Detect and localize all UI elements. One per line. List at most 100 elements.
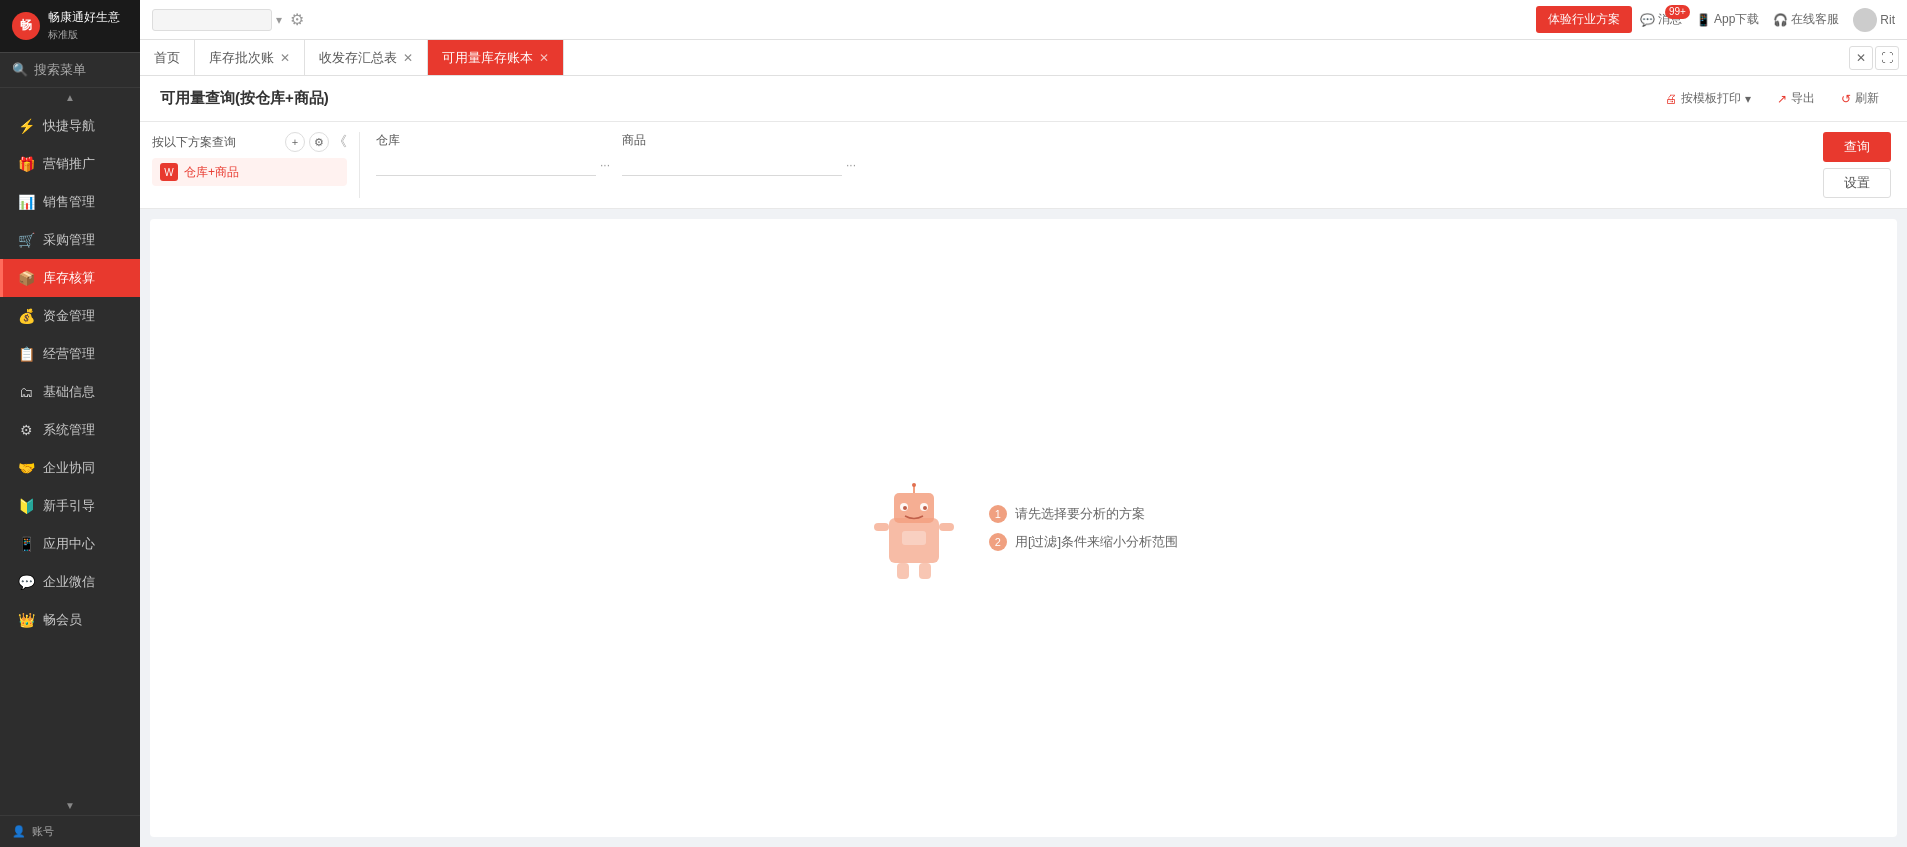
sidebar: 畅 畅康通好生意 标准版 🔍 搜索菜单 ▲ ⚡ 快捷导航 🎁 营销推广 📊 销售…: [0, 0, 140, 847]
sidebar-bottom: 👤 账号: [0, 815, 140, 847]
scheme-add-btn[interactable]: +: [285, 132, 305, 152]
sidebar-item-operations[interactable]: 📋 经营管理: [0, 335, 140, 373]
svg-rect-8: [897, 563, 909, 579]
tab-batch-ledger-close[interactable]: ✕: [280, 51, 290, 65]
sidebar-bottom-icon: 👤: [12, 825, 26, 838]
scheme-collapse-btn[interactable]: 《: [333, 133, 347, 151]
sidebar-item-enterprise-wx[interactable]: 💬 企业微信: [0, 563, 140, 601]
svg-rect-9: [919, 563, 931, 579]
tabs-end-buttons: ✕ ⛶: [1849, 46, 1907, 70]
sidebar-item-purchase[interactable]: 🛒 采购管理: [0, 221, 140, 259]
system-icon: ⚙: [17, 422, 35, 438]
export-icon: ↗: [1777, 92, 1787, 106]
tab-receive-ledger-close[interactable]: ✕: [403, 51, 413, 65]
empty-hint-1: 1 请先选择要分析的方案: [989, 505, 1178, 523]
marketing-icon: 🎁: [17, 156, 35, 172]
sidebar-item-quick-nav[interactable]: ⚡ 快捷导航: [0, 107, 140, 145]
filter-settings-btn[interactable]: 设置: [1823, 168, 1891, 198]
sidebar-item-finance[interactable]: 💰 资金管理: [0, 297, 140, 335]
sidebar-item-newbie[interactable]: 🔰 新手引导: [0, 487, 140, 525]
svg-point-11: [912, 483, 916, 487]
svg-rect-6: [874, 523, 889, 531]
filter-goods-label: 商品: [622, 132, 856, 149]
nav-label-operations: 经营管理: [43, 345, 95, 363]
print-label: 按模板打印: [1681, 90, 1741, 107]
filter-warehouse-input[interactable]: [376, 153, 596, 176]
scroll-up-btn[interactable]: ▲: [0, 88, 140, 107]
scroll-down-btn[interactable]: ▼: [0, 796, 140, 815]
refresh-icon: ↺: [1841, 92, 1851, 106]
print-dropdown-icon: ▾: [1745, 92, 1751, 106]
tab-available-ledger[interactable]: 可用量库存账本 ✕: [428, 40, 564, 76]
nav-label-sales: 销售管理: [43, 193, 95, 211]
sidebar-search-label: 搜索菜单: [34, 61, 86, 79]
sidebar-item-marketing[interactable]: 🎁 营销推广: [0, 145, 140, 183]
tab-close-btn[interactable]: ✕: [1849, 46, 1873, 70]
search-icon: 🔍: [12, 62, 28, 77]
empty-visual: 1 请先选择要分析的方案 2 用[过滤]条件来缩小分析范围: [869, 483, 1178, 573]
sidebar-item-sales[interactable]: 📊 销售管理: [0, 183, 140, 221]
print-btn[interactable]: 🖨 按模板打印 ▾: [1657, 86, 1759, 111]
nav-label-purchase: 采购管理: [43, 231, 95, 249]
add-icon: +: [292, 136, 298, 148]
inventory-icon: 📦: [17, 270, 35, 286]
refresh-btn[interactable]: ↺ 刷新: [1833, 86, 1887, 111]
sidebar-header: 畅 畅康通好生意 标准版: [0, 0, 140, 53]
svg-rect-7: [939, 523, 954, 531]
sidebar-item-basics[interactable]: 🗂 基础信息: [0, 373, 140, 411]
filter-goods-input[interactable]: [622, 153, 842, 176]
tab-available-ledger-close[interactable]: ✕: [539, 51, 549, 65]
tab-fullscreen-btn[interactable]: ⛶: [1875, 46, 1899, 70]
settings-icon: ⚙: [314, 136, 324, 149]
filter-fields: 仓库 ··· 商品 ···: [360, 132, 1807, 198]
notification-badge: 99+: [1665, 5, 1690, 19]
empty-state: 1 请先选择要分析的方案 2 用[过滤]条件来缩小分析范围: [150, 219, 1897, 837]
sidebar-search[interactable]: 🔍 搜索菜单: [0, 53, 140, 88]
filter-goods-more-btn[interactable]: ···: [846, 158, 856, 172]
industry-solution-btn[interactable]: 体验行业方案: [1536, 6, 1632, 33]
hint-text-2: 用[过滤]条件来缩小分析范围: [1015, 533, 1178, 551]
page-title: 可用量查询(按仓库+商品): [160, 89, 329, 108]
topbar-gear-icon[interactable]: ⚙: [286, 10, 308, 29]
tab-receive-ledger-label: 收发存汇总表: [319, 49, 397, 67]
hint-text-1: 请先选择要分析的方案: [1015, 505, 1145, 523]
page-header-actions: 🖨 按模板打印 ▾ ↗ 导出 ↺ 刷新: [1657, 86, 1887, 111]
nav-label-marketing: 营销推广: [43, 155, 95, 173]
newbie-icon: 🔰: [17, 498, 35, 514]
empty-hints: 1 请先选择要分析的方案 2 用[过滤]条件来缩小分析范围: [989, 505, 1178, 551]
online-service-btn[interactable]: 🎧 在线客服: [1773, 11, 1839, 28]
svg-point-4: [903, 506, 907, 510]
sidebar-item-vip[interactable]: 👑 畅会员: [0, 601, 140, 639]
main-area: ▾ ⚙ 体验行业方案 💬 消息 99+ 📱 App下载 🎧 在线客服 Rit: [140, 0, 1907, 847]
phone-icon: 📱: [1696, 13, 1711, 27]
username-label: Rit: [1880, 13, 1895, 27]
filter-warehouse-more-btn[interactable]: ···: [600, 158, 610, 172]
tab-batch-ledger[interactable]: 库存批次账 ✕: [195, 40, 305, 76]
sidebar-badge: 标准版: [48, 28, 120, 42]
scheme-warehouse-goods[interactable]: W 仓库+商品: [152, 158, 347, 186]
dropdown-icon[interactable]: ▾: [276, 13, 282, 27]
sidebar-title: 畅康通好生意: [48, 10, 120, 26]
sidebar-item-enterprise[interactable]: 🤝 企业协同: [0, 449, 140, 487]
export-btn[interactable]: ↗ 导出: [1769, 86, 1823, 111]
sidebar-item-inventory[interactable]: 📦 库存核算: [0, 259, 140, 297]
topbar-search-input[interactable]: [152, 9, 272, 31]
user-menu-btn[interactable]: Rit: [1853, 8, 1895, 32]
app-download-btn[interactable]: 📱 App下载: [1696, 11, 1759, 28]
sidebar-nav: ⚡ 快捷导航 🎁 营销推广 📊 销售管理 🛒 采购管理 📦 库存核算 💰 资金管…: [0, 107, 140, 796]
filter-field-warehouse: 仓库 ···: [376, 132, 610, 176]
sales-icon: 📊: [17, 194, 35, 210]
refresh-label: 刷新: [1855, 90, 1879, 107]
tab-receive-ledger[interactable]: 收发存汇总表 ✕: [305, 40, 428, 76]
scheme-settings-btn[interactable]: ⚙: [309, 132, 329, 152]
notification-btn[interactable]: 💬 消息 99+: [1640, 11, 1682, 28]
notification-icon: 💬: [1640, 13, 1655, 27]
tab-available-ledger-label: 可用量库存账本: [442, 49, 533, 67]
hint-num-2: 2: [989, 533, 1007, 551]
sidebar-item-system[interactable]: ⚙ 系统管理: [0, 411, 140, 449]
tab-home[interactable]: 首页: [140, 40, 195, 76]
vip-icon: 👑: [17, 612, 35, 628]
sidebar-item-app-center[interactable]: 📱 应用中心: [0, 525, 140, 563]
empty-robot-illustration: [869, 483, 959, 573]
query-btn[interactable]: 查询: [1823, 132, 1891, 162]
